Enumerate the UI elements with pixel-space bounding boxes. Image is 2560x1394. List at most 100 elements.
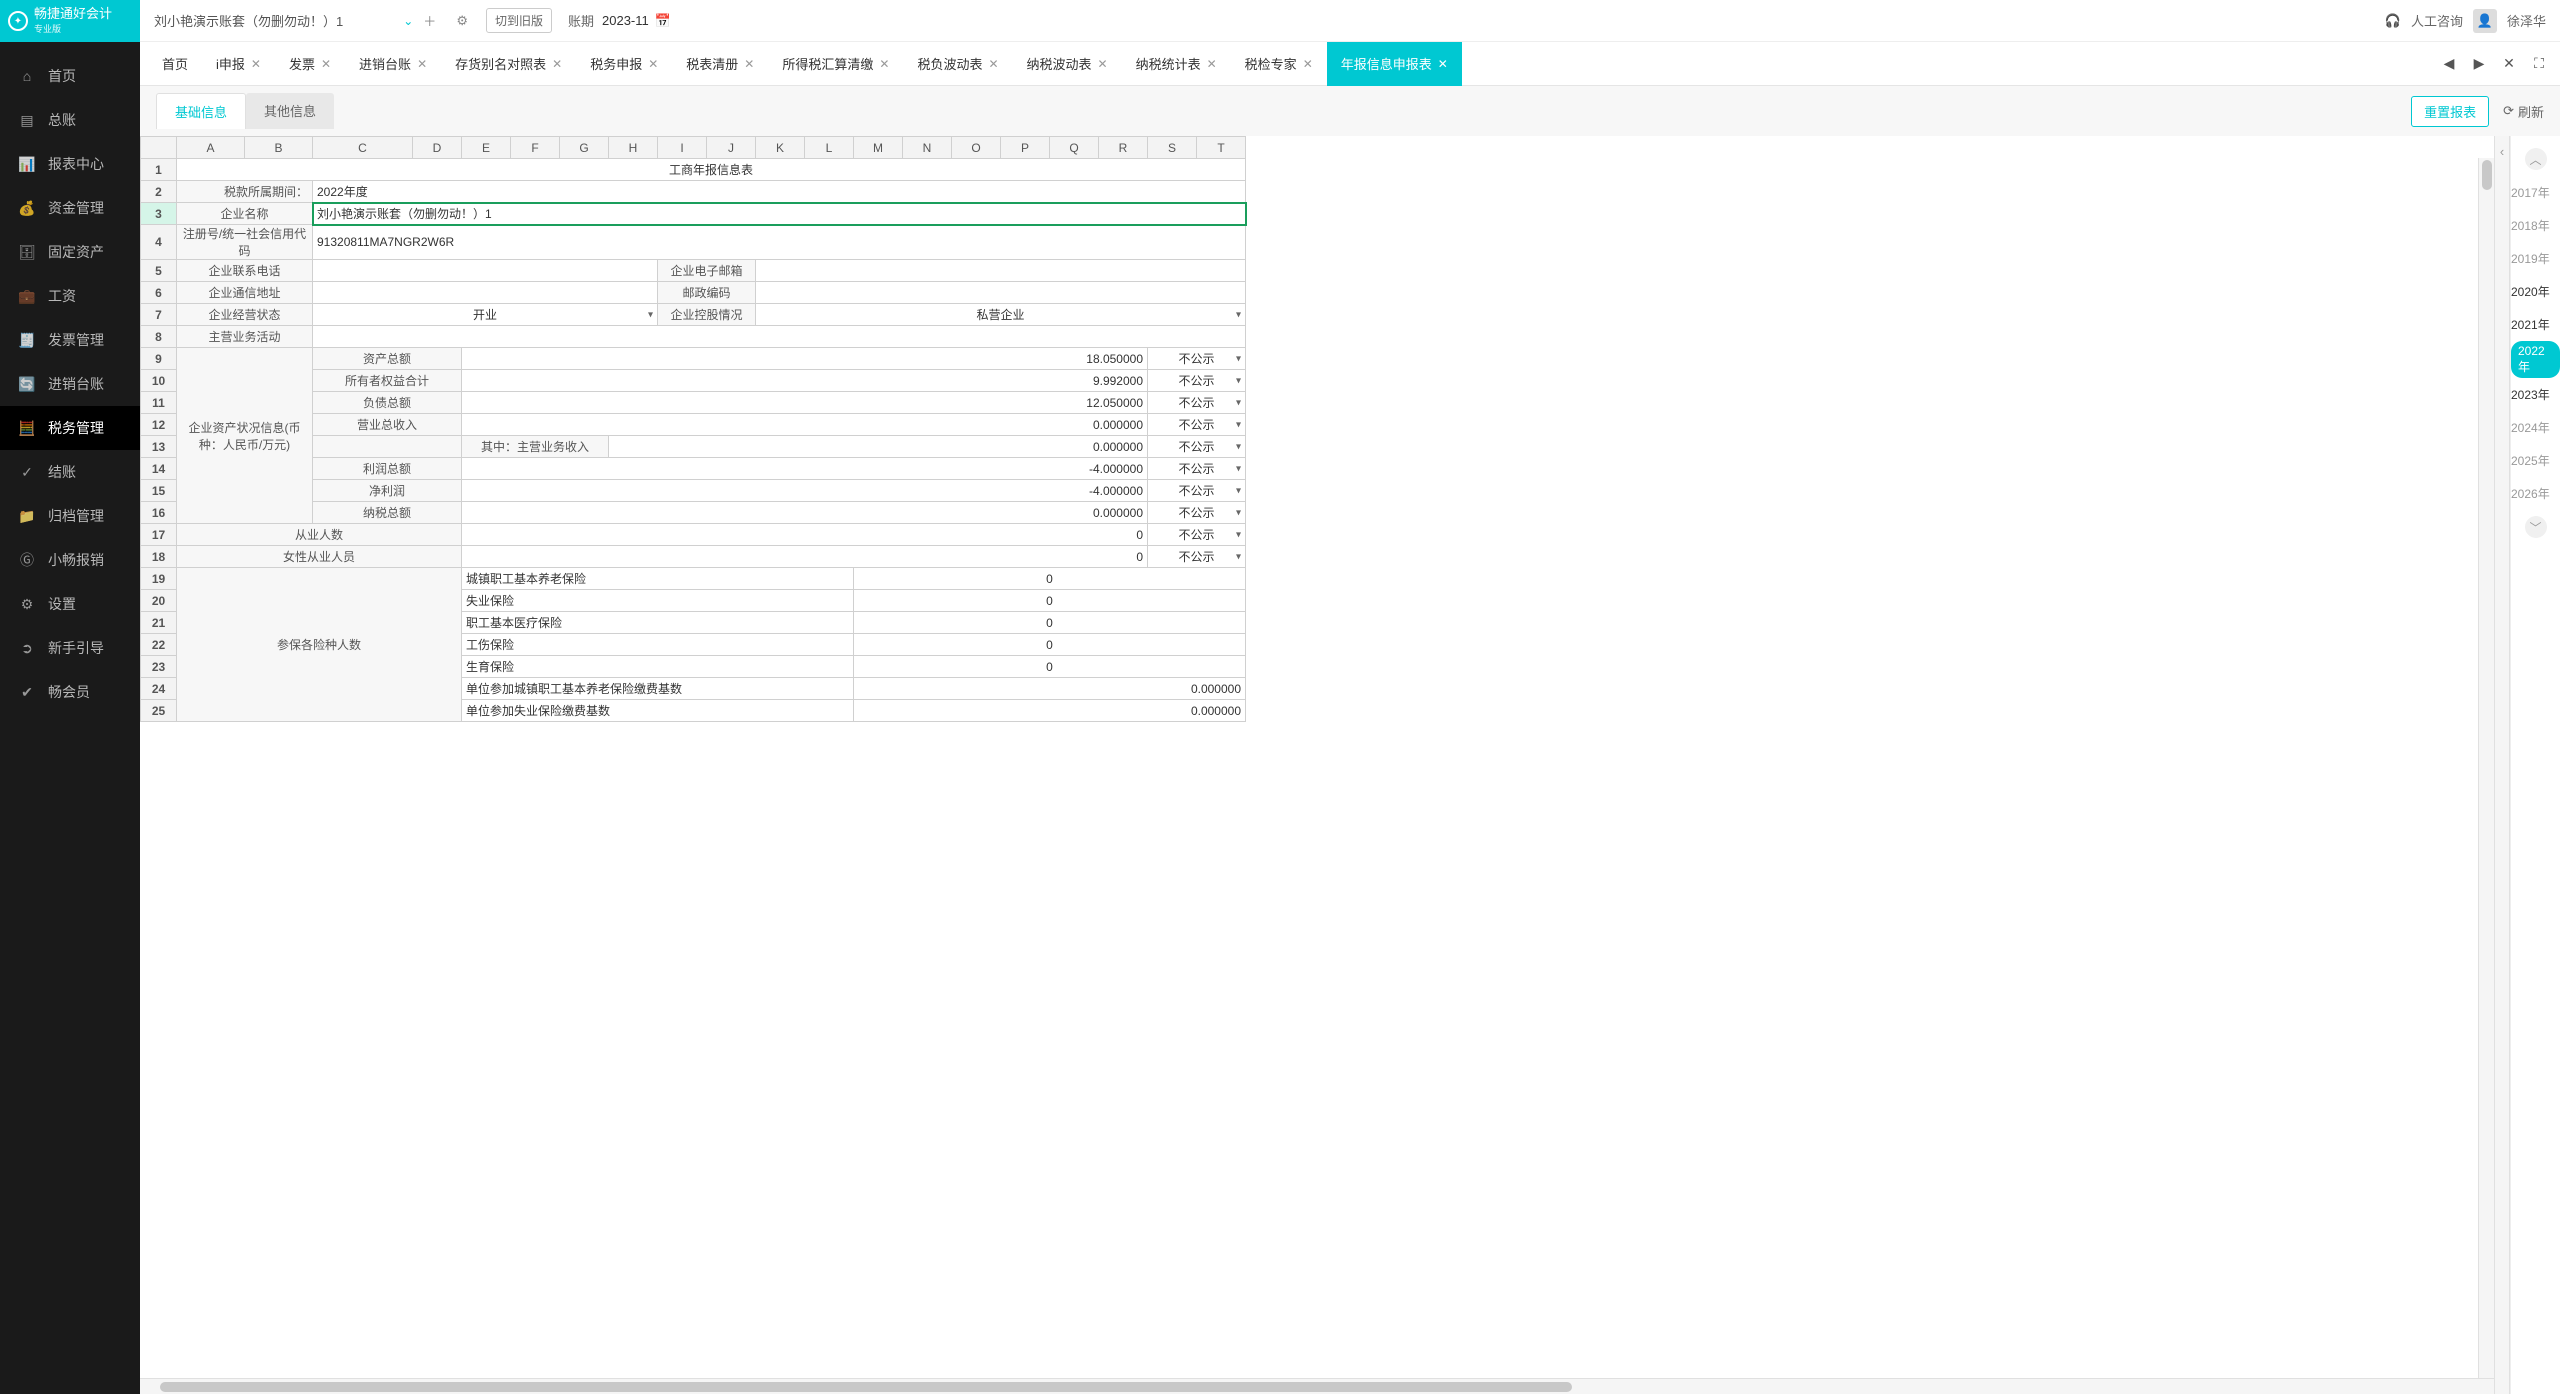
visibility-select[interactable]: 不公示 (1148, 392, 1246, 414)
col-header[interactable]: C (313, 137, 413, 159)
visibility-select[interactable]: 不公示 (1148, 414, 1246, 436)
sidebar-item-10[interactable]: 📁归档管理 (0, 494, 140, 538)
brand-logo[interactable]: ✦ 畅捷通好会计 专业版 (0, 0, 140, 42)
row-header[interactable]: 4 (141, 225, 177, 260)
col-header[interactable]: D (413, 137, 462, 159)
refresh-button[interactable]: ⟳ 刷新 (2503, 102, 2544, 121)
company-name-label[interactable]: 企业名称 (177, 203, 313, 225)
visibility-select[interactable]: 不公示 (1148, 348, 1246, 370)
sub-tab-other[interactable]: 其他信息 (246, 93, 334, 129)
col-header[interactable]: N (903, 137, 952, 159)
fin-label[interactable]: 营业总收入 (313, 414, 462, 436)
col-header[interactable]: K (756, 137, 805, 159)
row-header[interactable]: 23 (141, 656, 177, 678)
year-option[interactable]: 2023年 (2511, 378, 2560, 411)
ins-label[interactable]: 生育保险 (462, 656, 854, 678)
row-header[interactable]: 10 (141, 370, 177, 392)
row-header[interactable]: 12 (141, 414, 177, 436)
tab-3[interactable]: 进销台账✕ (345, 42, 441, 86)
close-icon[interactable]: ✕ (417, 57, 427, 71)
col-header[interactable]: A (177, 137, 245, 159)
year-option[interactable]: 2018年 (2511, 209, 2560, 242)
ins-value[interactable]: 0 (854, 634, 1246, 656)
period-label-cell[interactable]: 税款所属期间： (177, 181, 313, 203)
ins-label[interactable]: 工伤保险 (462, 634, 854, 656)
close-icon[interactable]: ✕ (648, 57, 658, 71)
ins-value[interactable]: 0 (854, 656, 1246, 678)
sidebar-item-6[interactable]: 🧾发票管理 (0, 318, 140, 362)
reg-code-cell[interactable]: 91320811MA7NGR2W6R (313, 225, 1246, 260)
visibility-select[interactable]: 不公示 (1148, 370, 1246, 392)
fin-value[interactable]: 9.992000 (462, 370, 1148, 392)
year-down-button[interactable]: ﹀ (2525, 516, 2547, 538)
sidebar-item-14[interactable]: ✔畅会员 (0, 670, 140, 714)
row-header[interactable]: 24 (141, 678, 177, 700)
insure-group-label[interactable]: 参保各险种人数 (177, 568, 462, 722)
ins-value[interactable]: 0 (854, 612, 1246, 634)
row-header[interactable]: 19 (141, 568, 177, 590)
row-header[interactable]: 21 (141, 612, 177, 634)
fin-label[interactable]: 所有者权益合计 (313, 370, 462, 392)
col-header[interactable]: P (1001, 137, 1050, 159)
tabs-next-button[interactable]: ▶ (2466, 51, 2492, 77)
fin-value[interactable]: 18.050000 (462, 348, 1148, 370)
col-header[interactable]: E (462, 137, 511, 159)
col-header[interactable]: S (1148, 137, 1197, 159)
row-header[interactable]: 2 (141, 181, 177, 203)
tab-8[interactable]: 税负波动表✕ (903, 42, 1012, 86)
col-header[interactable]: O (952, 137, 1001, 159)
fin-value[interactable]: 0.000000 (462, 502, 1148, 524)
vertical-scrollbar[interactable] (2478, 158, 2494, 1378)
year-option[interactable]: 2022年 (2511, 341, 2560, 378)
sidebar-item-8[interactable]: 🧮税务管理 (0, 406, 140, 450)
holding-select[interactable]: 私营企业 (756, 304, 1246, 326)
fin-value[interactable]: 12.050000 (462, 392, 1148, 414)
close-icon[interactable]: ✕ (1303, 57, 1313, 71)
row-header[interactable]: 9 (141, 348, 177, 370)
col-header[interactable]: B (245, 137, 313, 159)
sidebar-item-1[interactable]: ▤总账 (0, 98, 140, 142)
year-option[interactable]: 2024年 (2511, 411, 2560, 444)
row-header[interactable]: 11 (141, 392, 177, 414)
tab-4[interactable]: 存货别名对照表✕ (441, 42, 576, 86)
year-up-button[interactable]: ︿ (2525, 148, 2547, 170)
tab-0[interactable]: 首页 (148, 42, 202, 86)
sidebar-item-7[interactable]: 🔄进销台账 (0, 362, 140, 406)
fin-label[interactable]: 利润总额 (313, 458, 462, 480)
year-option[interactable]: 2025年 (2511, 444, 2560, 477)
sidebar-item-0[interactable]: ⌂首页 (0, 54, 140, 98)
fin-value[interactable]: 0.000000 (609, 436, 1148, 458)
sidebar-item-3[interactable]: 💰资金管理 (0, 186, 140, 230)
visibility-select[interactable]: 不公示 (1148, 546, 1246, 568)
tab-7[interactable]: 所得税汇算清缴✕ (768, 42, 903, 86)
visibility-select[interactable]: 不公示 (1148, 480, 1246, 502)
spreadsheet[interactable]: ABCDEFGHIJKLMNOPQRST 1工商年报信息表2税款所属期间：202… (140, 136, 1246, 722)
row-header[interactable]: 13 (141, 436, 177, 458)
row-header[interactable]: 25 (141, 700, 177, 722)
close-icon[interactable]: ✕ (1098, 57, 1108, 71)
row-header[interactable]: 7 (141, 304, 177, 326)
year-option[interactable]: 2020年 (2511, 275, 2560, 308)
tab-9[interactable]: 纳税波动表✕ (1013, 42, 1122, 86)
ins-value[interactable]: 0 (854, 568, 1246, 590)
sub-tab-basic[interactable]: 基础信息 (156, 93, 246, 129)
tab-12[interactable]: 年报信息申报表✕ (1327, 42, 1462, 86)
sidebar-item-4[interactable]: 🗄固定资产 (0, 230, 140, 274)
gear-icon[interactable]: ⚙ (456, 13, 468, 29)
sidebar-item-2[interactable]: 📊报表中心 (0, 142, 140, 186)
row-header[interactable]: 15 (141, 480, 177, 502)
row-header[interactable]: 18 (141, 546, 177, 568)
col-header[interactable]: J (707, 137, 756, 159)
company-name-cell[interactable]: 刘小艳演示账套（勿删勿动！）1 (313, 203, 1246, 225)
row-header[interactable]: 22 (141, 634, 177, 656)
row-header[interactable]: 14 (141, 458, 177, 480)
ins-value[interactable]: 0 (854, 590, 1246, 612)
fullscreen-icon[interactable]: ⛶ (2526, 51, 2552, 77)
period-value-cell[interactable]: 2022年度 (313, 181, 1246, 203)
old-version-button[interactable]: 切到旧版 (486, 8, 552, 33)
row-header[interactable]: 8 (141, 326, 177, 348)
row-header[interactable]: 1 (141, 159, 177, 181)
sidebar-item-11[interactable]: Ⓖ小畅报销 (0, 538, 140, 582)
user-name[interactable]: 徐泽华 (2507, 11, 2546, 30)
visibility-select[interactable]: 不公示 (1148, 524, 1246, 546)
